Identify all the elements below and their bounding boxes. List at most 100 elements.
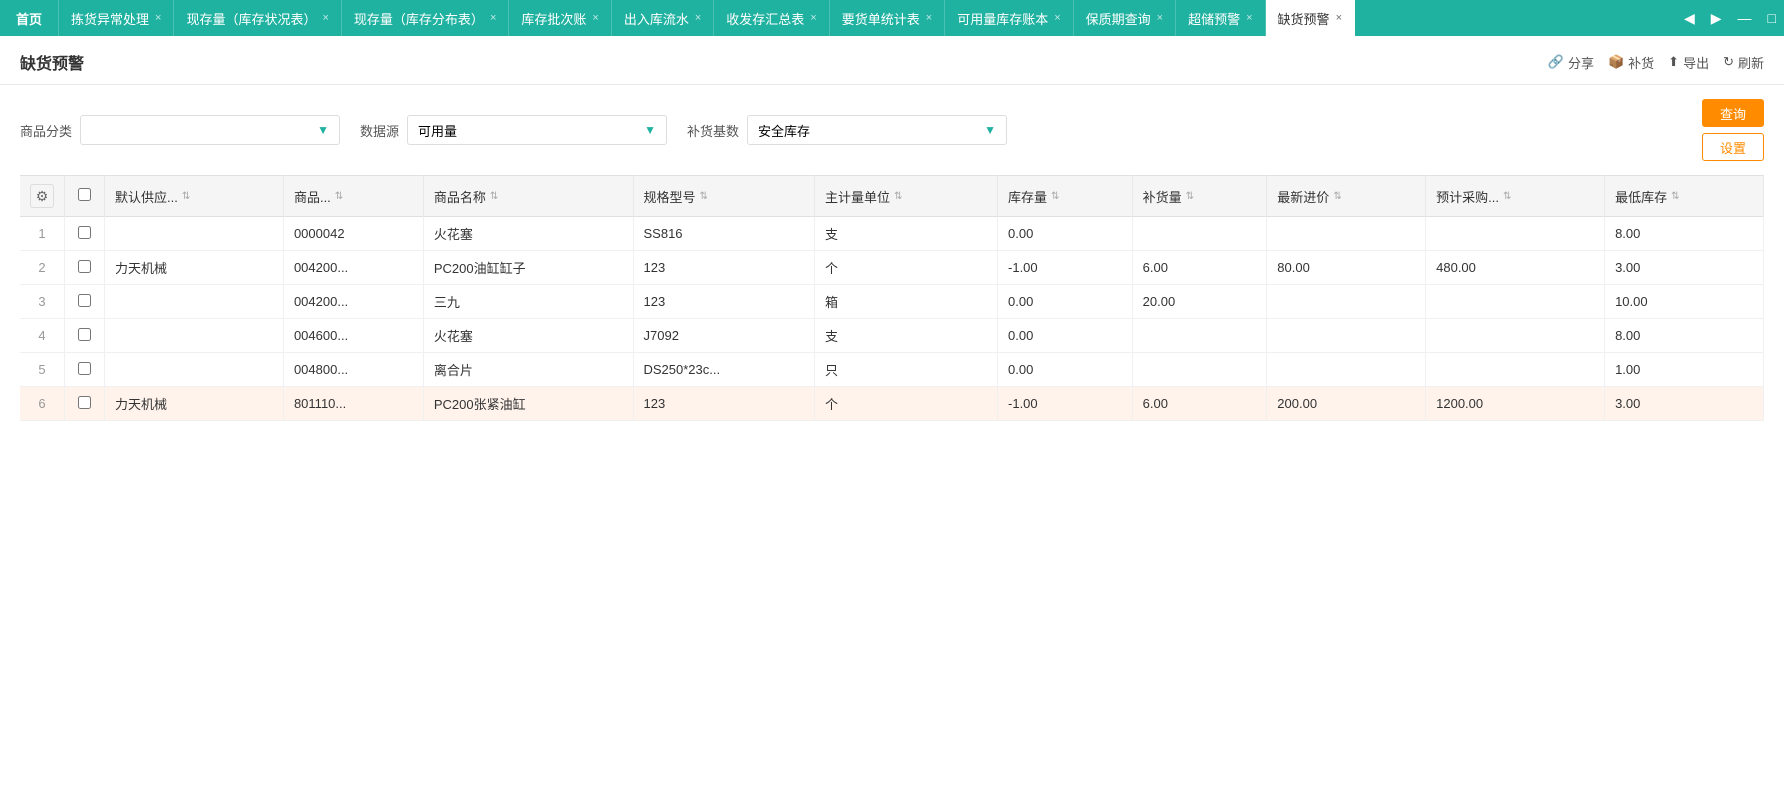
th-product-name[interactable]: 商品名称 ⇅ — [423, 176, 633, 217]
share-button[interactable]: 🔗 分享 — [1548, 53, 1594, 72]
replenish-button[interactable]: 📦 补货 — [1608, 53, 1654, 72]
row-checkbox-cell[interactable] — [65, 353, 105, 387]
row-checkbox-cell[interactable] — [65, 387, 105, 421]
th-min-stock[interactable]: 最低库存 ⇅ — [1605, 176, 1764, 217]
row-estimated-purchase — [1426, 319, 1605, 353]
export-button[interactable]: ⬆ 导出 — [1668, 53, 1709, 72]
row-default-supplier — [105, 285, 284, 319]
row-stock: -1.00 — [998, 387, 1133, 421]
row-product-name: 三九 — [423, 285, 633, 319]
row-min-stock: 3.00 — [1605, 251, 1764, 285]
th-estimated-purchase[interactable]: 预计采购... ⇅ — [1426, 176, 1605, 217]
filter-actions: 查询 设置 — [1702, 99, 1764, 161]
replenish-icon: 📦 — [1608, 54, 1624, 70]
sort-stock-icon: ⇅ — [1051, 191, 1059, 202]
row-min-stock: 3.00 — [1605, 387, 1764, 421]
row-default-supplier — [105, 319, 284, 353]
tab-nav-buttons: ◀ ▶ — □ — [1676, 0, 1784, 36]
row-checkbox-cell[interactable] — [65, 285, 105, 319]
tab-maximize[interactable]: □ — [1760, 0, 1784, 36]
tab-nav-right[interactable]: ▶ — [1703, 0, 1730, 36]
th-settings[interactable]: ⚙ — [20, 176, 65, 217]
row-replenish-qty: 6.00 — [1132, 251, 1267, 285]
row-min-stock: 8.00 — [1605, 217, 1764, 251]
row-checkbox-cell[interactable] — [65, 251, 105, 285]
close-tab-summary[interactable]: × — [810, 12, 816, 24]
tab-flow[interactable]: 出入库流水 × — [612, 0, 714, 36]
row-checkbox-cell[interactable] — [65, 217, 105, 251]
tab-expiry[interactable]: 保质期查询 × — [1074, 0, 1176, 36]
tab-nav-left[interactable]: ◀ — [1676, 0, 1703, 36]
settings-button[interactable]: 设置 — [1702, 133, 1764, 161]
th-stock[interactable]: 库存量 ⇅ — [998, 176, 1133, 217]
row-index: 6 — [20, 387, 65, 421]
close-tab-pick-exception[interactable]: × — [155, 12, 161, 24]
row-estimated-purchase — [1426, 285, 1605, 319]
th-replenish-qty[interactable]: 补货量 ⇅ — [1132, 176, 1267, 217]
row-checkbox[interactable] — [78, 260, 91, 273]
refresh-button[interactable]: ↻ 刷新 — [1723, 53, 1764, 72]
row-default-supplier: 力天机械 — [105, 251, 284, 285]
row-unit: 箱 — [815, 285, 998, 319]
tab-shortage-warning[interactable]: 缺货预警 × — [1266, 0, 1355, 36]
filter-datasource-select[interactable]: 可用量 ▼ — [407, 115, 667, 145]
row-unit: 支 — [815, 217, 998, 251]
close-tab-current-stock-2[interactable]: × — [490, 12, 496, 24]
filter-replenish-base-select[interactable]: 安全库存 ▼ — [747, 115, 1007, 145]
th-spec[interactable]: 规格型号 ⇅ — [633, 176, 815, 217]
table-header-row: ⚙ 默认供应... ⇅ 商品... ⇅ — [20, 176, 1764, 217]
close-tab-current-stock-1[interactable]: × — [322, 12, 328, 24]
tab-current-stock-1[interactable]: 现存量（库存状况表） × — [174, 0, 341, 36]
row-index: 4 — [20, 319, 65, 353]
row-product-name: 离合片 — [423, 353, 633, 387]
tab-minimize[interactable]: — — [1730, 0, 1760, 36]
th-default-supplier[interactable]: 默认供应... ⇅ — [105, 176, 284, 217]
row-latest-price: 80.00 — [1267, 251, 1426, 285]
row-estimated-purchase: 480.00 — [1426, 251, 1605, 285]
th-latest-price[interactable]: 最新进价 ⇅ — [1267, 176, 1426, 217]
row-checkbox[interactable] — [78, 362, 91, 375]
table-row: 1 0000042 火花塞 SS816 支 0.00 8.00 — [20, 217, 1764, 251]
tab-overstock-warning[interactable]: 超储预警 × — [1176, 0, 1265, 36]
close-tab-demand-stats[interactable]: × — [926, 12, 932, 24]
th-unit[interactable]: 主计量单位 ⇅ — [815, 176, 998, 217]
column-settings-gear[interactable]: ⚙ — [30, 184, 54, 208]
row-checkbox[interactable] — [78, 396, 91, 409]
close-tab-available-book[interactable]: × — [1054, 12, 1060, 24]
row-stock: 0.00 — [998, 285, 1133, 319]
tab-demand-stats[interactable]: 要货单统计表 × — [830, 0, 945, 36]
close-tab-shortage-warning[interactable]: × — [1336, 12, 1342, 24]
row-replenish-qty: 6.00 — [1132, 387, 1267, 421]
filter-category-arrow: ▼ — [317, 123, 329, 137]
row-replenish-qty — [1132, 353, 1267, 387]
select-all-checkbox[interactable] — [78, 188, 91, 201]
th-checkbox[interactable] — [65, 176, 105, 217]
tab-available-book[interactable]: 可用量库存账本 × — [945, 0, 1073, 36]
close-tab-overstock-warning[interactable]: × — [1246, 12, 1252, 24]
tab-home[interactable]: 首页 — [0, 0, 59, 36]
query-button[interactable]: 查询 — [1702, 99, 1764, 127]
row-min-stock: 1.00 — [1605, 353, 1764, 387]
filter-replenish-base-label: 补货基数 — [687, 121, 739, 140]
row-product-name: PC200油缸缸子 — [423, 251, 633, 285]
tab-current-stock-2[interactable]: 现存量（库存分布表） × — [342, 0, 509, 36]
row-product-code: 004600... — [283, 319, 423, 353]
tab-pick-exception[interactable]: 拣货异常处理 × — [59, 0, 174, 36]
th-product-code[interactable]: 商品... ⇅ — [283, 176, 423, 217]
filter-category-select[interactable]: ▼ — [80, 115, 340, 145]
sort-product-name-icon: ⇅ — [490, 191, 498, 202]
close-tab-flow[interactable]: × — [695, 12, 701, 24]
row-checkbox-cell[interactable] — [65, 319, 105, 353]
row-checkbox[interactable] — [78, 226, 91, 239]
filter-replenish-base-arrow: ▼ — [984, 123, 996, 137]
tab-summary[interactable]: 收发存汇总表 × — [714, 0, 829, 36]
row-latest-price — [1267, 353, 1426, 387]
row-estimated-purchase — [1426, 353, 1605, 387]
row-checkbox[interactable] — [78, 294, 91, 307]
row-product-name: 火花塞 — [423, 217, 633, 251]
row-spec: J7092 — [633, 319, 815, 353]
close-tab-expiry[interactable]: × — [1157, 12, 1163, 24]
close-tab-batch-account[interactable]: × — [592, 12, 598, 24]
row-checkbox[interactable] — [78, 328, 91, 341]
tab-batch-account[interactable]: 库存批次账 × — [509, 0, 611, 36]
